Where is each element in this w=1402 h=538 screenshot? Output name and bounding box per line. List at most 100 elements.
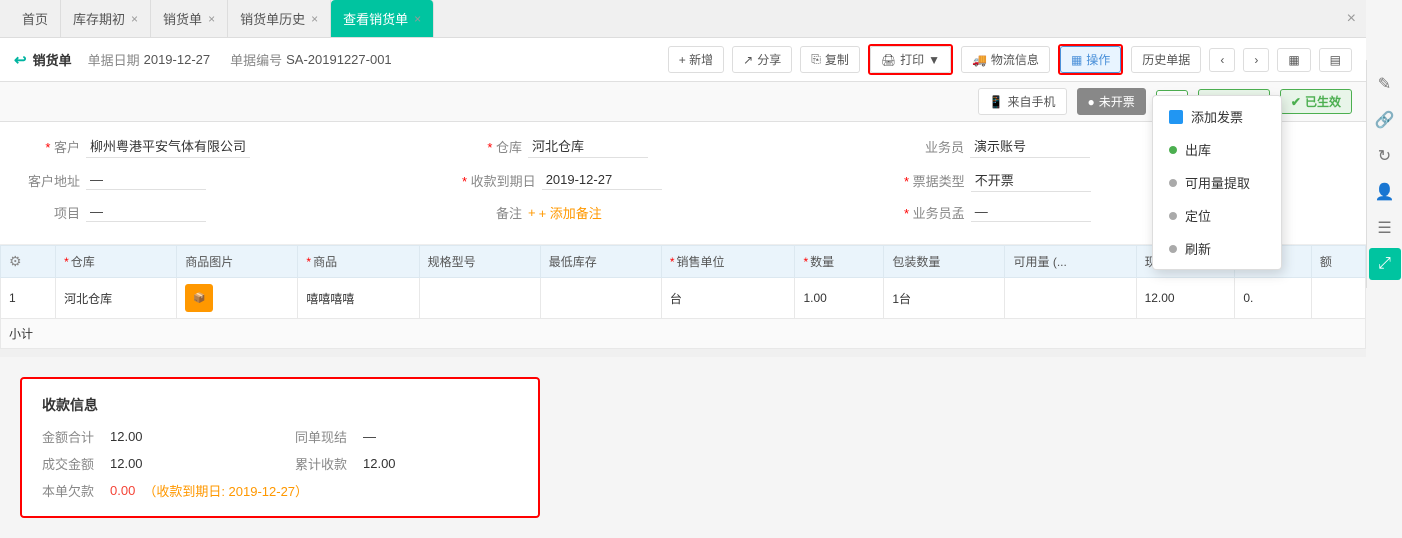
col-pack-qty: 包装数量	[884, 246, 1005, 278]
add-note-button[interactable]: + + 添加备注	[528, 203, 602, 222]
subtotal-row: 小计	[1, 319, 1366, 349]
outbound-icon	[1169, 146, 1177, 154]
print-dropdown-icon: ▼	[928, 53, 940, 67]
form-row-1: 客户 柳州粤港平安气体有限公司 仓库 河北仓库 业务员 演示账号	[20, 134, 1346, 158]
doc-date-label: 单据日期	[88, 50, 140, 69]
tab-view-sales-close[interactable]: ×	[414, 12, 421, 26]
doc-number-section: 单据编号 SA-20191227-001	[230, 50, 392, 69]
staff-label: 业务员	[904, 137, 964, 156]
print-button[interactable]: 🖨 打印 ▼	[870, 46, 951, 73]
row-quantity: 1.00	[795, 278, 884, 319]
doc-date-section: 单据日期 2019-12-27	[88, 50, 211, 69]
sales-order-icon: ↩	[14, 51, 27, 69]
tab-bar: 首页 库存期初 × 销货单 × 销货单历史 × 查看销货单 × ×	[0, 0, 1366, 38]
tab-inventory-close[interactable]: ×	[131, 12, 138, 26]
row-unit-price: 0.	[1235, 278, 1311, 319]
right-sidebar: ✎ 🔗 ↻ 👤 ☰ ⤢	[1366, 60, 1402, 288]
available-qty-label: 可用量提取	[1185, 173, 1250, 192]
address-value: —	[86, 170, 206, 190]
cumulative-receipt-label: 累计收款	[295, 454, 355, 473]
tab-sales-history-close[interactable]: ×	[311, 12, 318, 26]
operation-button[interactable]: ▦ 操作	[1060, 46, 1121, 73]
doc-date-value: 2019-12-27	[144, 52, 211, 67]
tab-inventory-label: 库存期初	[73, 9, 125, 28]
close-all-tabs[interactable]: ×	[1347, 10, 1356, 28]
dropdown-add-invoice[interactable]: 添加发票	[1153, 100, 1281, 133]
customer-value: 柳州粤港平安气体有限公司	[86, 134, 250, 158]
table-row: 1 河北仓库 📦 嘻嘻嘻嘻 台 1.00 1台 12.00 0.	[1, 278, 1366, 319]
sidebar-user-icon[interactable]: 👤	[1369, 176, 1401, 208]
col-product-img: 商品图片	[177, 246, 298, 278]
doc-title-text: 销货单	[33, 50, 72, 69]
doc-meta: 单据日期 2019-12-27 单据编号 SA-20191227-001	[88, 50, 392, 69]
tab-inventory[interactable]: 库存期初 ×	[61, 0, 151, 37]
grid2-button[interactable]: ▤	[1319, 48, 1352, 72]
tab-view-sales[interactable]: 查看销货单 ×	[331, 0, 434, 37]
grid1-button[interactable]: ▦	[1277, 48, 1310, 72]
row-amount	[1311, 278, 1365, 319]
logistics-button[interactable]: 🚚 物流信息	[961, 46, 1050, 73]
new-button[interactable]: + 新增	[668, 46, 724, 73]
from-mobile-button[interactable]: 📱 来自手机	[978, 88, 1067, 115]
warehouse-label: 仓库	[462, 137, 522, 156]
col-amount: 额	[1311, 246, 1365, 278]
share-icon: ↗	[743, 53, 753, 67]
sidebar-link-icon[interactable]: 🔗	[1369, 104, 1401, 136]
print-button-wrapper: 🖨 打印 ▼	[868, 44, 953, 75]
project-value: —	[86, 202, 206, 222]
tab-sales-order-close[interactable]: ×	[208, 12, 215, 26]
toolbar-right: + 新增 ↗ 分享 ⎘ 复制 🖨 打印 ▼ 🚚 物流信息	[668, 44, 1352, 75]
gear-icon[interactable]: ⚙	[9, 253, 22, 269]
col-warehouse: *仓库	[56, 246, 177, 278]
add-invoice-icon	[1169, 110, 1183, 124]
table-scrollbar[interactable]	[0, 349, 1366, 357]
invoice-type-value: 不开票	[971, 168, 1091, 192]
operation-button-wrapper: ▦ 操作	[1058, 44, 1123, 75]
print-icon: 🖨	[881, 53, 896, 67]
sidebar-list-icon[interactable]: ☰	[1369, 212, 1401, 244]
dropdown-available-qty[interactable]: 可用量提取	[1153, 166, 1281, 199]
due-date-label: 收款到期日	[462, 171, 536, 190]
col-setting[interactable]: ⚙	[1, 246, 56, 278]
tab-sales-history[interactable]: 销货单历史 ×	[228, 0, 331, 37]
row-stock: 12.00	[1136, 278, 1235, 319]
dropdown-locate[interactable]: 定位	[1153, 199, 1281, 232]
next-button[interactable]: ›	[1243, 48, 1269, 72]
row-available	[1005, 278, 1136, 319]
doc-toolbar: ↩ 销货单 单据日期 2019-12-27 单据编号 SA-20191227-0…	[0, 38, 1366, 82]
effective-badge: ✔ 已生效	[1280, 89, 1352, 114]
address-label: 客户地址	[20, 171, 80, 190]
tab-sales-order[interactable]: 销货单 ×	[151, 0, 228, 37]
copy-icon: ⎘	[811, 52, 821, 67]
copy-button[interactable]: ⎘ 复制	[800, 46, 860, 73]
invoice-type-label: 票据类型	[904, 171, 965, 190]
sales-staff-value: —	[971, 202, 1091, 222]
prev-button[interactable]: ‹	[1209, 48, 1235, 72]
amount-total-label: 金额合计	[42, 427, 102, 446]
row-product-img: 📦	[177, 278, 298, 319]
same-order-value: —	[363, 429, 376, 444]
share-button[interactable]: ↗ 分享	[732, 46, 792, 73]
cumulative-receipt-value: 12.00	[363, 456, 396, 471]
add-note-icon: +	[528, 205, 536, 220]
sidebar-edit-icon[interactable]: ✎	[1369, 68, 1401, 100]
locate-label: 定位	[1185, 206, 1211, 225]
sidebar-refresh-icon[interactable]: ↻	[1369, 140, 1401, 172]
sales-staff-label: 业务员孟	[904, 203, 965, 222]
available-qty-icon	[1169, 179, 1177, 187]
tab-home[interactable]: 首页	[10, 0, 61, 37]
not-opened-button[interactable]: ● 未开票	[1077, 88, 1146, 115]
dropdown-outbound[interactable]: 出库	[1153, 133, 1281, 166]
refresh-icon	[1169, 245, 1177, 253]
subtotal-label: 小计	[1, 319, 1366, 349]
dropdown-refresh[interactable]: 刷新	[1153, 232, 1281, 265]
sidebar-expand-icon[interactable]: ⤢	[1369, 248, 1401, 280]
staff-value: 演示账号	[970, 134, 1090, 158]
due-date-value: 2019-12-27	[542, 170, 662, 190]
col-product: *商品	[298, 246, 419, 278]
refresh-label: 刷新	[1185, 239, 1211, 258]
history-button[interactable]: 历史单据	[1131, 46, 1201, 73]
logistics-icon: 🚚	[972, 53, 987, 67]
tab-sales-order-label: 销货单	[163, 9, 202, 28]
doc-number-value: SA-20191227-001	[286, 52, 392, 67]
